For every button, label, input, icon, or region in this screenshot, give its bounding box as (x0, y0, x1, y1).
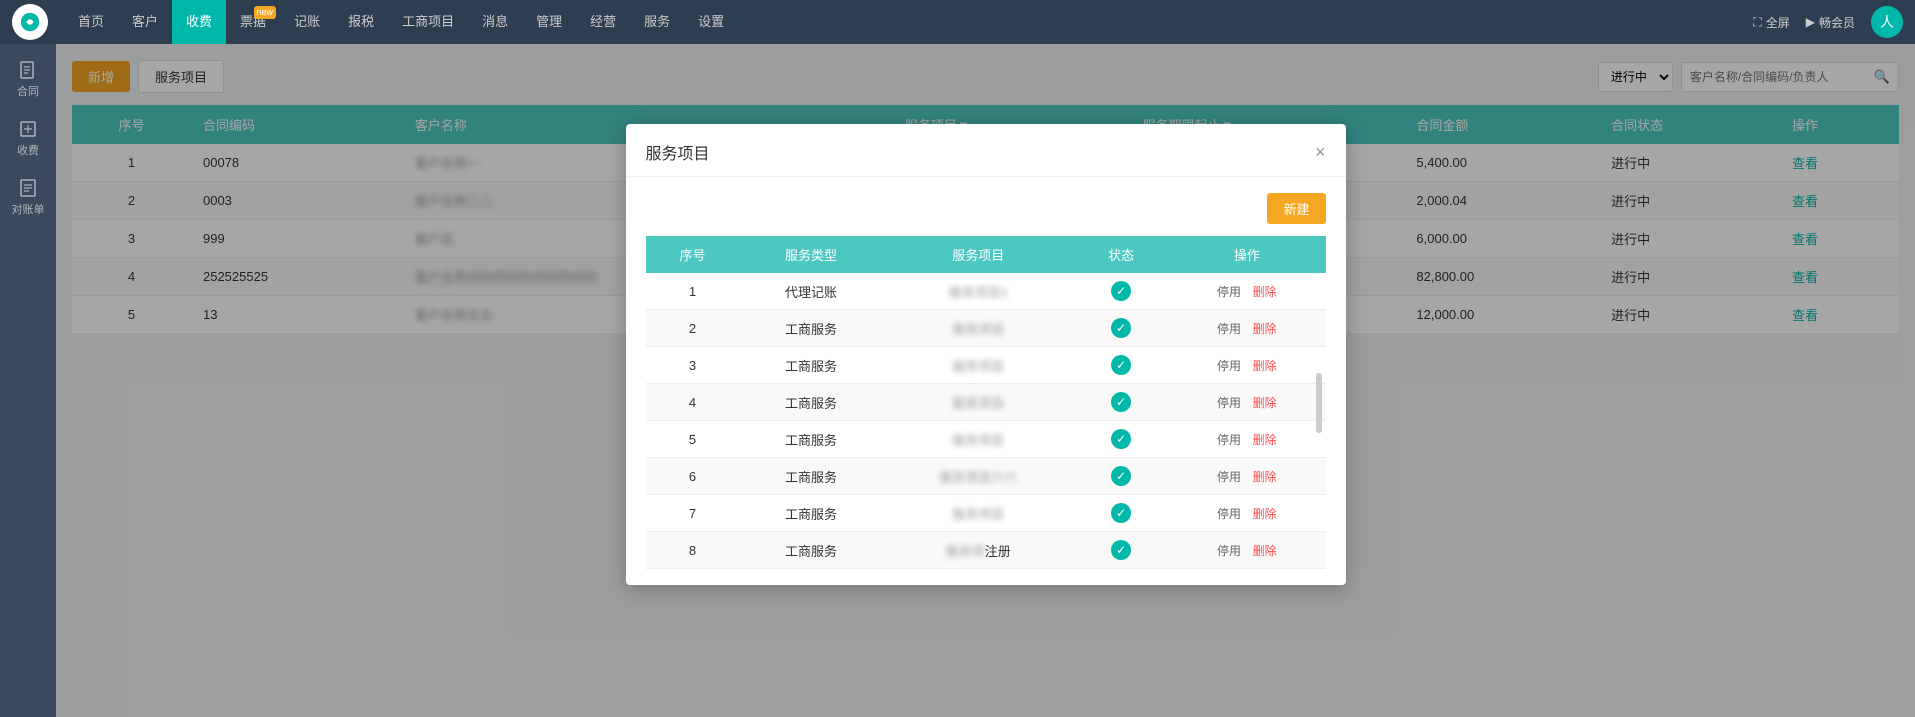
fullscreen-icon: ⛶ (1753, 15, 1761, 30)
stop-button[interactable]: 停用 (1217, 433, 1241, 447)
modal-table-row: 4 工商服务 服务项目 ✓ 停用 删除 (646, 384, 1326, 421)
service-items-modal: 服务项目 × 新建 序号 服务类型 服务项目 (626, 124, 1346, 585)
modal-table-row: 1 代理记账 服务项目1 ✓ 停用 删除 (646, 273, 1326, 310)
status-check-icon: ✓ (1111, 392, 1131, 412)
modal-table-row: 2 工商服务 服务项目 ✓ 停用 删除 (646, 310, 1326, 347)
statement-icon (18, 178, 38, 198)
nav-settings[interactable]: 设置 (684, 0, 738, 44)
stop-button[interactable]: 停用 (1217, 396, 1241, 410)
status-check-icon: ✓ (1111, 318, 1131, 338)
modal-new-button[interactable]: 新建 (1267, 193, 1325, 224)
modal-toolbar: 新建 (646, 193, 1326, 224)
billing-icon (18, 119, 38, 139)
status-check-icon: ✓ (1111, 281, 1131, 301)
app-logo[interactable] (12, 4, 48, 40)
stop-button[interactable]: 停用 (1217, 322, 1241, 336)
modal-overlay: 服务项目 × 新建 序号 服务类型 服务项目 (56, 44, 1915, 717)
modal-table-row: 3 工商服务 服务项目 ✓ 停用 删除 (646, 347, 1326, 384)
modal-col-status: 状态 (1074, 236, 1168, 273)
nav-customer[interactable]: 客户 (118, 0, 172, 44)
modal-body: 新建 序号 服务类型 服务项目 状态 操作 (626, 177, 1346, 585)
status-check-icon: ✓ (1111, 355, 1131, 375)
modal-table-row: 8 工商服务 服务项注册 ✓ 停用 删除 (646, 532, 1326, 569)
member-icon: ▶ (1806, 15, 1815, 29)
fullscreen-button[interactable]: ⛶ 全屏 (1753, 14, 1789, 31)
contract-icon (18, 60, 38, 80)
stop-button[interactable]: 停用 (1217, 507, 1241, 521)
nav-operation[interactable]: 经营 (576, 0, 630, 44)
delete-button[interactable]: 删除 (1253, 470, 1277, 484)
nav-commerce[interactable]: 工商项目 (388, 0, 468, 44)
nav-items: 首页 客户 收费 票据 new 记账 报税 工商项目 消息 管理 经营 服务 设… (64, 0, 1753, 44)
delete-button[interactable]: 删除 (1253, 285, 1277, 299)
user-avatar[interactable]: 人 (1871, 6, 1903, 38)
sidebar-item-statement[interactable]: 对账单 (2, 170, 54, 225)
service-items-table: 序号 服务类型 服务项目 状态 操作 1 代理记账 (646, 236, 1326, 569)
delete-button[interactable]: 删除 (1253, 322, 1277, 336)
sidebar-item-contract[interactable]: 合同 (2, 52, 54, 107)
modal-close-button[interactable]: × (1315, 143, 1326, 161)
new-badge: new (254, 6, 277, 19)
stop-button[interactable]: 停用 (1217, 359, 1241, 373)
delete-button[interactable]: 删除 (1253, 396, 1277, 410)
stop-button[interactable]: 停用 (1217, 544, 1241, 558)
status-check-icon: ✓ (1111, 540, 1131, 560)
modal-title: 服务项目 (646, 140, 710, 164)
nav-billing[interactable]: 收费 (172, 0, 226, 44)
status-check-icon: ✓ (1111, 503, 1131, 523)
delete-button[interactable]: 删除 (1253, 359, 1277, 373)
sidebar-item-billing[interactable]: 收费 (2, 111, 54, 166)
stop-button[interactable]: 停用 (1217, 285, 1241, 299)
nav-tax[interactable]: 报税 (334, 0, 388, 44)
modal-col-type: 服务类型 (740, 236, 883, 273)
top-navigation: 首页 客户 收费 票据 new 记账 报税 工商项目 消息 管理 经营 服务 设… (0, 0, 1915, 44)
main-layout: 合同 收费 对账单 (0, 44, 1915, 717)
delete-button[interactable]: 删除 (1253, 544, 1277, 558)
stop-button[interactable]: 停用 (1217, 470, 1241, 484)
delete-button[interactable]: 删除 (1253, 507, 1277, 521)
modal-col-action: 操作 (1168, 236, 1325, 273)
sidebar: 合同 收费 对账单 (0, 44, 56, 717)
nav-invoice[interactable]: 票据 new (226, 0, 280, 44)
nav-manage[interactable]: 管理 (522, 0, 576, 44)
modal-table-row: 7 工商服务 服务项目 ✓ 停用 删除 (646, 495, 1326, 532)
nav-message[interactable]: 消息 (468, 0, 522, 44)
modal-table-row: 5 工商服务 服务项目 ✓ 停用 删除 (646, 421, 1326, 458)
delete-button[interactable]: 删除 (1253, 433, 1277, 447)
modal-table-row: 6 工商服务 服务项目六六 ✓ 停用 删除 (646, 458, 1326, 495)
status-check-icon: ✓ (1111, 429, 1131, 449)
nav-bookkeeping[interactable]: 记账 (280, 0, 334, 44)
member-button[interactable]: ▶ 畅会员 (1806, 14, 1855, 31)
modal-header: 服务项目 × (626, 124, 1346, 177)
modal-col-item: 服务项目 (882, 236, 1074, 273)
modal-col-seq: 序号 (646, 236, 740, 273)
top-nav-right: ⛶ 全屏 ▶ 畅会员 人 (1753, 6, 1903, 38)
content-area: 新增 服务项目 进行中 全部 已结束 🔍 序号 合同编码 客 (56, 44, 1915, 717)
scrollbar[interactable] (1316, 373, 1322, 433)
nav-home[interactable]: 首页 (64, 0, 118, 44)
status-check-icon: ✓ (1111, 466, 1131, 486)
nav-service[interactable]: 服务 (630, 0, 684, 44)
